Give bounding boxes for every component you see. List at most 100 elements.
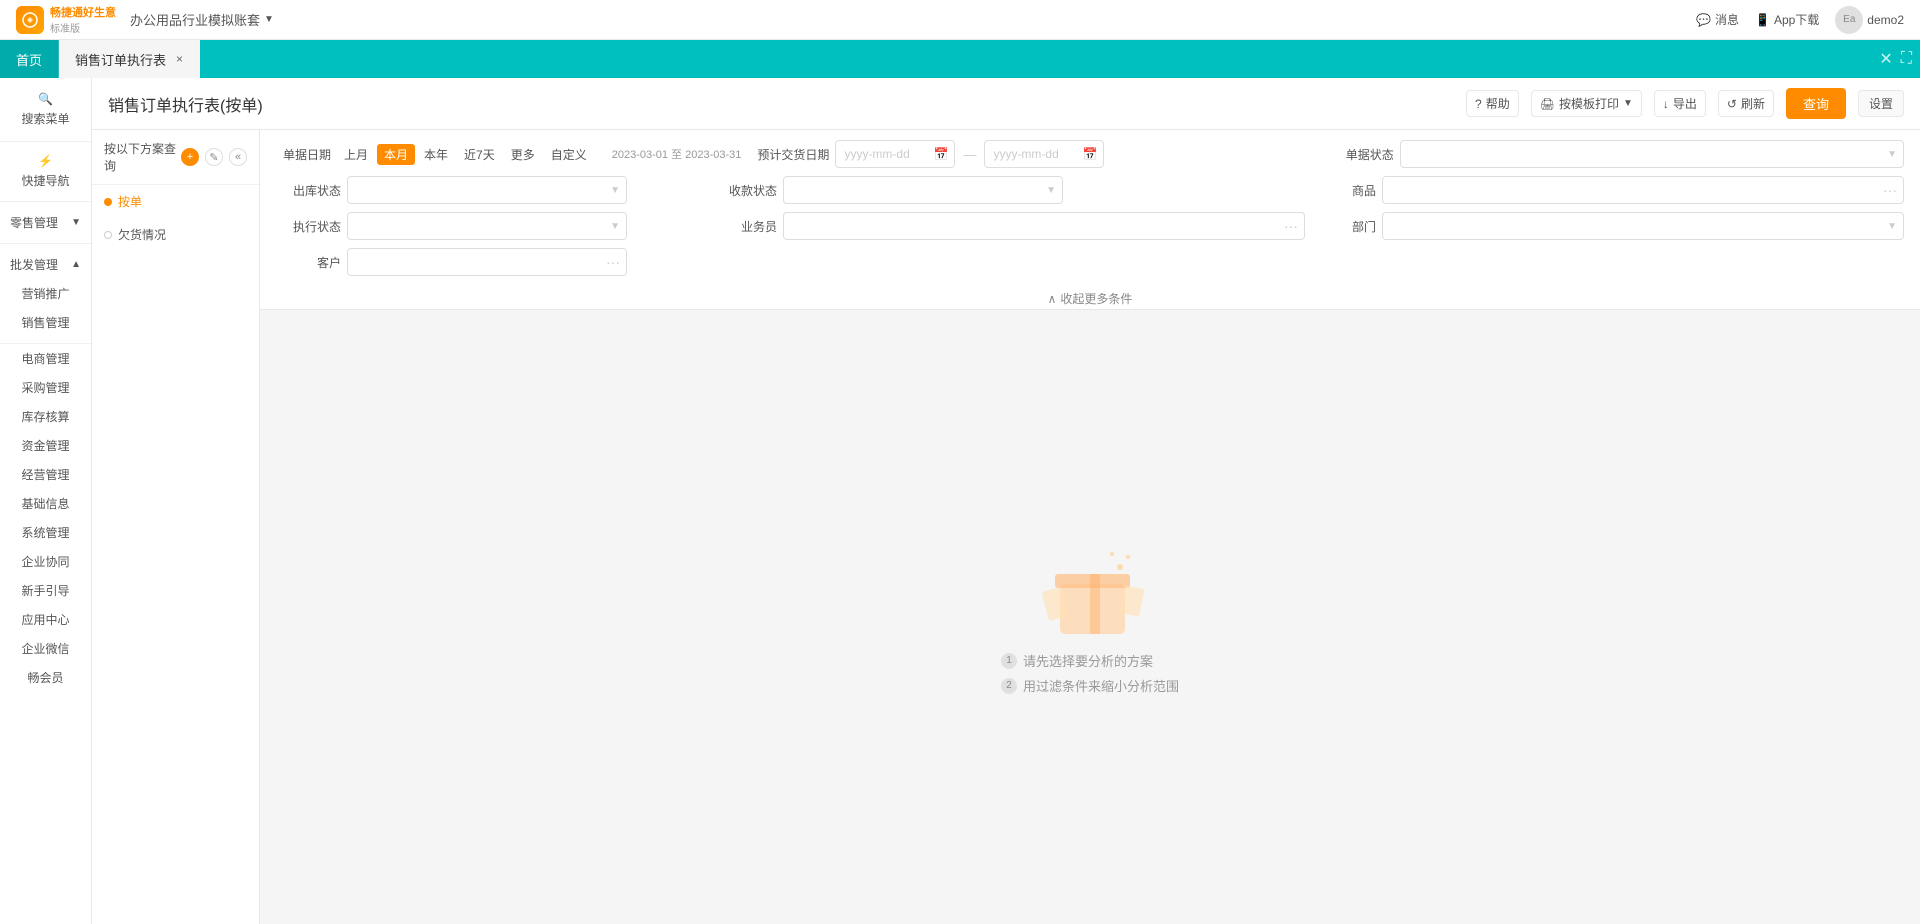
maximize-button[interactable]: ⛶	[1901, 50, 1912, 68]
collapse-panel-button[interactable]: «	[229, 148, 247, 166]
page-title: 销售订单执行表(按单)	[108, 92, 263, 116]
sidebar-item-retail[interactable]: 零售管理 ▼	[0, 208, 91, 237]
edit-scheme-button[interactable]: ✎	[205, 148, 223, 166]
settings-button[interactable]: 设置	[1858, 90, 1904, 117]
date-dash: —	[961, 147, 978, 162]
sidebar-item-system[interactable]: 系统管理	[0, 518, 91, 547]
predicted-date-group: 预计交货日期 yyyy-mm-dd 📅 — yyyy-mm-dd 📅	[757, 140, 1322, 168]
chevron-down-icon: ▼	[1046, 185, 1056, 196]
sidebar-item-search[interactable]: 🔍 搜索菜单	[8, 86, 83, 133]
tab-bar-actions: ✕ ⛶	[1871, 40, 1920, 78]
top-header: 畅捷通好生意 标准版 办公用品行业模拟账套 ▼ 💬 消息 📱 App下载 Ea …	[0, 0, 1920, 40]
export-button[interactable]: ↓ 导出	[1654, 90, 1706, 117]
sidebar-item-basic[interactable]: 基础信息	[0, 489, 91, 518]
date-tab-thismonth[interactable]: 本月	[377, 144, 415, 165]
sidebar-item-wholesale[interactable]: 批发管理 ▲	[0, 250, 91, 279]
content-split: 按以下方案查询 + ✎ « 按单	[92, 130, 1920, 924]
status-label: 单据状态	[1339, 146, 1394, 163]
predicted-date-label: 预计交货日期	[757, 146, 829, 163]
date-tab-lastmonth[interactable]: 上月	[337, 144, 375, 165]
help-icon: ?	[1475, 97, 1482, 111]
predicted-date-start[interactable]: yyyy-mm-dd 📅	[835, 140, 955, 168]
refresh-button[interactable]: ↺ 刷新	[1718, 90, 1774, 117]
exec-select[interactable]: ▼	[347, 212, 627, 240]
empty-hint-2: 2 用过滤条件来缩小分析范围	[1001, 676, 1179, 695]
close-window-button[interactable]: ✕	[1879, 49, 1892, 69]
scheme-item-single[interactable]: 按单	[92, 185, 259, 218]
sidebar-item-appcenter[interactable]: 应用中心	[0, 605, 91, 634]
date-label: 单据日期	[276, 146, 331, 163]
sidebar-nav: ⚡ 快捷导航	[0, 142, 91, 202]
sidebar: 🔍 搜索菜单 ⚡ 快捷导航 零售管理 ▼ 批发管理 ▲ 营销推广	[0, 78, 92, 924]
hint-num-2: 2	[1001, 678, 1017, 694]
sidebar-item-sales[interactable]: 销售管理	[0, 308, 91, 337]
sales-label: 业务员	[722, 218, 777, 235]
sales-input[interactable]: ···	[783, 212, 1305, 240]
tab-close-icon[interactable]: ×	[176, 52, 183, 66]
customer-group: 客户 ···	[276, 248, 706, 276]
page-header: 销售订单执行表(按单) ? 帮助 🖨 按模板打印 ▼ ↓ 导出 ↺ 刷新	[92, 78, 1920, 130]
header-left: 畅捷通好生意 标准版 办公用品行业模拟账套 ▼	[16, 4, 280, 35]
sidebar-item-newguide[interactable]: 新手引导	[0, 576, 91, 605]
sidebar-item-inventory[interactable]: 库存核算	[0, 402, 91, 431]
date-tab-thisyear[interactable]: 本年	[417, 144, 455, 165]
payment-select[interactable]: ▼	[783, 176, 1063, 204]
hint-num-1: 1	[1001, 653, 1017, 669]
sidebar-item-marketing[interactable]: 营销推广	[0, 279, 91, 308]
scheme-item-shortage[interactable]: 欠货情况	[92, 218, 259, 251]
tab-home[interactable]: 首页	[0, 40, 59, 78]
delivery-label: 出库状态	[276, 182, 341, 199]
date-range-display: 2023-03-01 至 2023-03-31	[612, 146, 742, 162]
dept-select[interactable]: ▼	[1382, 212, 1904, 240]
collapse-filters-button[interactable]: ∧ 收起更多条件	[260, 284, 1920, 309]
chevron-icon: ▼	[71, 217, 81, 228]
app-selector[interactable]: 办公用品行业模拟账套 ▼	[124, 8, 280, 31]
customer-input[interactable]: ···	[347, 248, 627, 276]
chevron-up-icon: ▲	[71, 259, 81, 270]
filter-row-2: 出库状态 ▼ 收款状态 ▼ 商品	[260, 176, 1920, 212]
chevron-down-icon: ▼	[1887, 221, 1897, 232]
filter-container: 单据日期 上月 本月 本年 近7天 更多 自定义 2023-03-01 至 20…	[260, 130, 1920, 310]
print-icon: 🖨	[1540, 97, 1555, 111]
query-button[interactable]: 查询	[1786, 88, 1846, 119]
main-layout: 🔍 搜索菜单 ⚡ 快捷导航 零售管理 ▼ 批发管理 ▲ 营销推广	[0, 78, 1920, 924]
quicknav-icon: ⚡	[38, 154, 53, 168]
sidebar-item-finance[interactable]: 资金管理	[0, 431, 91, 460]
date-tab-7days[interactable]: 近7天	[457, 144, 502, 165]
more-icon: ···	[1883, 182, 1897, 198]
sidebar-item-wechat[interactable]: 企业微信	[0, 634, 91, 663]
user-profile[interactable]: Ea demo2	[1835, 6, 1904, 34]
sidebar-item-member[interactable]: 畅会员	[0, 663, 91, 692]
filter-row-4: 客户 ···	[260, 248, 1920, 284]
goods-input[interactable]: ···	[1382, 176, 1904, 204]
sidebar-item-ecommerce[interactable]: 电商管理	[0, 344, 91, 373]
app-download-action[interactable]: 📱 App下载	[1755, 11, 1819, 28]
status-filter-group: 单据状态 ▼	[1339, 140, 1904, 168]
active-dot	[104, 198, 112, 206]
avatar: Ea	[1835, 6, 1863, 34]
customer-label: 客户	[276, 254, 341, 271]
payment-group: 收款状态 ▼	[722, 176, 1305, 204]
delivery-select[interactable]: ▼	[347, 176, 627, 204]
help-button[interactable]: ? 帮助	[1466, 90, 1519, 117]
dept-group: 部门 ▼	[1321, 212, 1904, 240]
right-content: 单据日期 上月 本月 本年 近7天 更多 自定义 2023-03-01 至 20…	[260, 130, 1920, 924]
print-button[interactable]: 🖨 按模板打印 ▼	[1531, 90, 1642, 117]
delivery-group: 出库状态 ▼	[276, 176, 706, 204]
sidebar-item-enterprise[interactable]: 企业协同	[0, 547, 91, 576]
tab-active[interactable]: 销售订单执行表 ×	[59, 40, 200, 78]
sidebar-item-purchase[interactable]: 采购管理	[0, 373, 91, 402]
goods-label: 商品	[1321, 182, 1376, 199]
add-scheme-button[interactable]: +	[181, 148, 199, 166]
export-icon: ↓	[1663, 97, 1669, 111]
predicted-date-end[interactable]: yyyy-mm-dd 📅	[984, 140, 1104, 168]
header-right: 💬 消息 📱 App下载 Ea demo2	[1696, 6, 1904, 34]
message-action[interactable]: 💬 消息	[1696, 11, 1739, 28]
refresh-icon: ↺	[1727, 97, 1737, 111]
date-tab-custom[interactable]: 自定义	[544, 144, 594, 165]
status-select[interactable]: ▼	[1400, 140, 1904, 168]
sidebar-item-operation[interactable]: 经营管理	[0, 460, 91, 489]
date-tab-more[interactable]: 更多	[504, 144, 542, 165]
calendar-start-icon: 📅	[933, 147, 948, 161]
sidebar-item-quicknav[interactable]: ⚡ 快捷导航	[0, 148, 91, 195]
